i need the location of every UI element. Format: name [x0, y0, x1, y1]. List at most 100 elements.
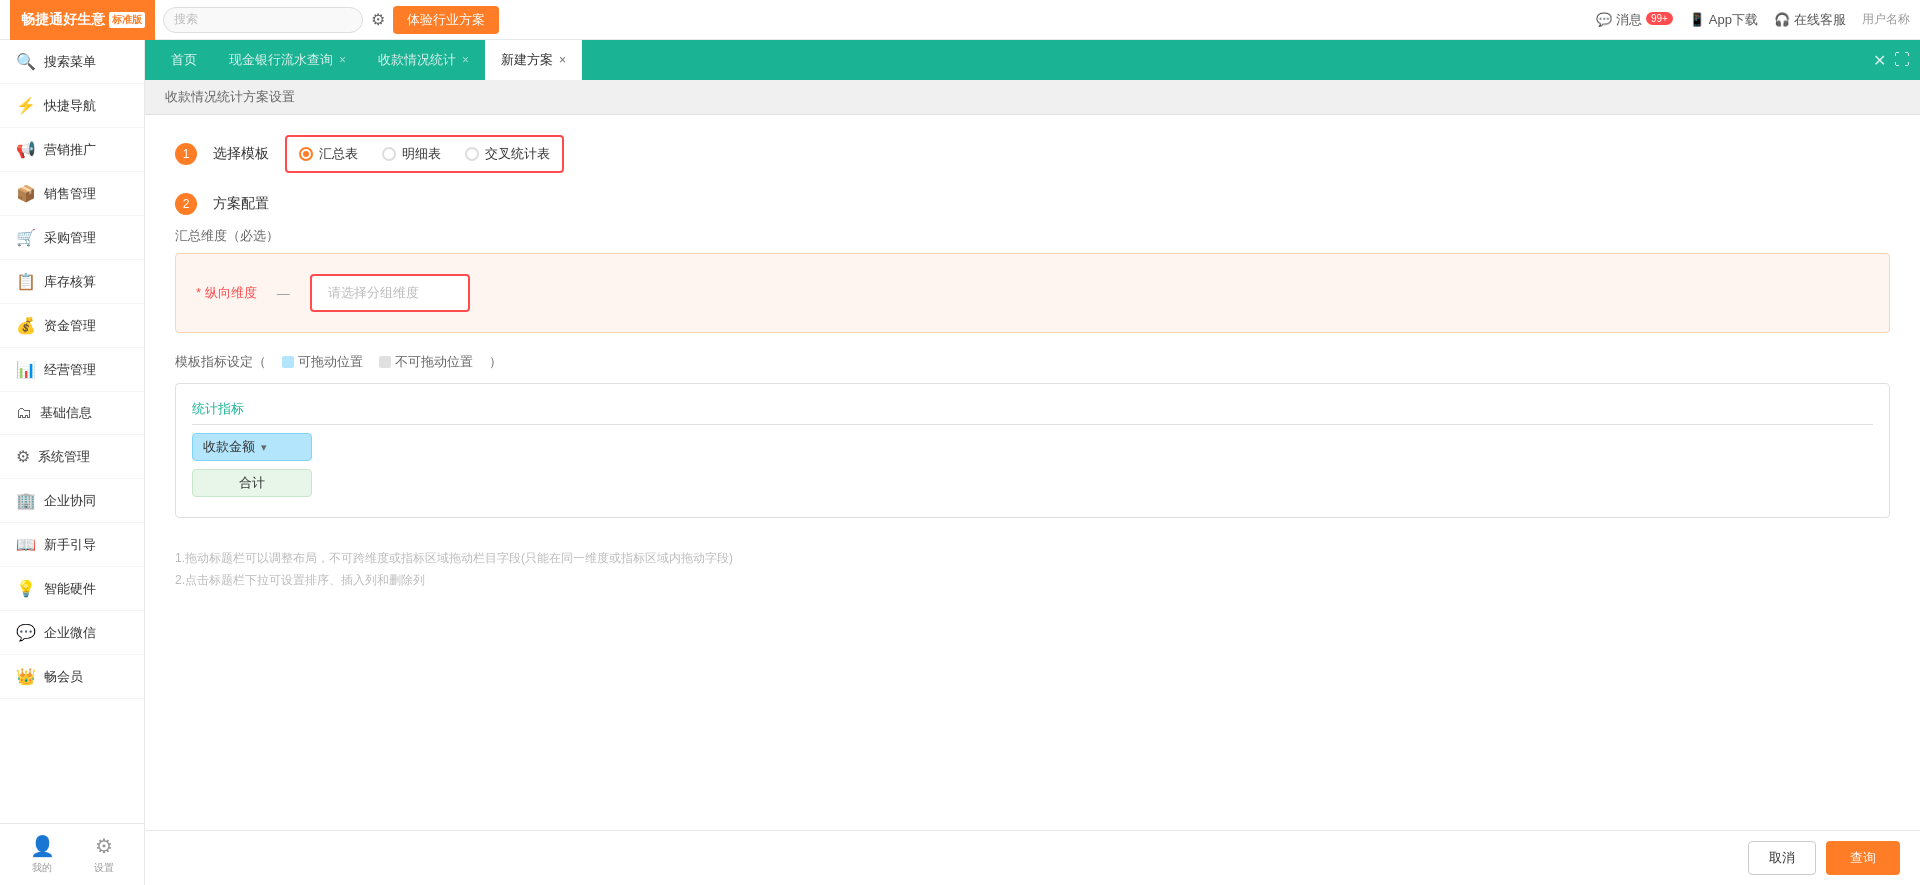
page-header: 收款情况统计方案设置	[145, 80, 1920, 115]
form-section: 1 选择模板 汇总表 明细表 交叉统计表	[145, 115, 1920, 830]
metric-subtag-total[interactable]: 合计	[192, 469, 312, 497]
sidebar-icon-7: 📊	[16, 360, 36, 379]
tab-close-1[interactable]: ×	[462, 53, 469, 67]
close-window-icon[interactable]: ✕	[1873, 51, 1886, 70]
page-content: 收款情况统计方案设置 1 选择模板 汇总表 明细表	[145, 80, 1920, 830]
sidebar-label-5: 库存核算	[44, 273, 96, 291]
sidebar-icon-8: 🗂	[16, 404, 32, 422]
tab-close-2[interactable]: ×	[559, 53, 566, 67]
sidebar-icon-0: 🔍	[16, 52, 36, 71]
sidebar-item-3[interactable]: 📦销售管理	[0, 172, 144, 216]
download-icon: 📱	[1689, 12, 1705, 27]
step2-section: 2 方案配置 汇总维度（必选） * 纵向维度 — 请选择分组维度	[175, 193, 1890, 591]
app-logo: 畅捷通好生意 标准版	[10, 0, 155, 40]
page-header-text: 收款情况统计方案设置	[165, 89, 295, 104]
metrics-column: 收款金额 ▾ 合计	[192, 433, 312, 501]
sidebar-label-10: 企业协同	[44, 492, 96, 510]
sidebar-item-4[interactable]: 🛒采购管理	[0, 216, 144, 260]
sidebar-item-11[interactable]: 📖新手引导	[0, 523, 144, 567]
tab-label-0: 现金银行流水查询	[229, 51, 333, 69]
download-btn[interactable]: 📱 App下载	[1689, 11, 1758, 29]
content-area: 首页 现金银行流水查询×收款情况统计×新建方案× ✕ ⛶ 收款情况统计方案设置 …	[145, 40, 1920, 885]
sidebar-icon-11: 📖	[16, 535, 36, 554]
tab-close-0[interactable]: ×	[339, 53, 346, 67]
sidebar-label-12: 智能硬件	[44, 580, 96, 598]
radio-cross[interactable]: 交叉统计表	[465, 145, 550, 163]
legend-draggable-text: 可拖动位置	[298, 353, 363, 371]
radio-cross-circle	[465, 147, 479, 161]
search-placeholder: 搜索	[174, 11, 198, 28]
legend-draggable: 可拖动位置	[282, 353, 363, 371]
sidebar-item-0[interactable]: 🔍 搜索菜单	[0, 40, 144, 84]
sidebar-item-2[interactable]: 📢营销推广	[0, 128, 144, 172]
tab-0[interactable]: 现金银行流水查询 ×	[213, 40, 362, 80]
tab-home[interactable]: 首页	[155, 51, 213, 69]
sidebar-icon-1: ⚡	[16, 96, 36, 115]
query-button[interactable]: 查询	[1826, 841, 1900, 875]
sidebar-icon-13: 💬	[16, 623, 36, 642]
sidebar-label-1: 快捷导航	[44, 97, 96, 115]
maximize-icon[interactable]: ⛶	[1894, 51, 1910, 69]
metrics-header-label: 模板指标设定（	[175, 353, 266, 371]
radio-summary[interactable]: 汇总表	[299, 145, 358, 163]
template-options: 汇总表 明细表 交叉统计表	[285, 135, 564, 173]
sidebar-item-12[interactable]: 💡智能硬件	[0, 567, 144, 611]
metrics-header-close: ）	[489, 353, 502, 371]
metrics-header: 模板指标设定（ 可拖动位置 不可拖动位置 ）	[175, 353, 1890, 371]
service-label: 在线客服	[1794, 11, 1846, 29]
tab-bar: 首页 现金银行流水查询×收款情况统计×新建方案× ✕ ⛶	[145, 40, 1920, 80]
metric-tag-revenue[interactable]: 收款金额 ▾	[192, 433, 312, 461]
sidebar-item-5[interactable]: 📋库存核算	[0, 260, 144, 304]
dimension-box: * 纵向维度 — 请选择分组维度	[175, 253, 1890, 333]
sidebar-item-9[interactable]: ⚙系统管理	[0, 435, 144, 479]
sidebar-bottom-avatar[interactable]: 👤 我的	[30, 834, 55, 875]
sidebar-item-1[interactable]: ⚡ 快捷导航	[0, 84, 144, 128]
tab-bar-right: ✕ ⛶	[1873, 51, 1910, 70]
radio-detail[interactable]: 明细表	[382, 145, 441, 163]
sidebar-label-4: 采购管理	[44, 229, 96, 247]
sidebar-bottom-settings[interactable]: ⚙ 设置	[94, 834, 114, 875]
step2-label: 方案配置	[213, 195, 269, 213]
sidebar-item-7[interactable]: 📊 经营管理	[0, 348, 144, 392]
messages-label: 消息	[1616, 11, 1642, 29]
dimension-input[interactable]: 请选择分组维度	[310, 274, 470, 312]
service-icon: 🎧	[1774, 12, 1790, 27]
sidebar-item-8[interactable]: 🗂 基础信息	[0, 392, 144, 435]
sidebar-icon-2: 📢	[16, 140, 36, 159]
sidebar-label-9: 系统管理	[38, 448, 90, 466]
sidebar-label-8: 基础信息	[40, 404, 92, 422]
sidebar-label-14: 畅会员	[44, 668, 83, 686]
service-btn[interactable]: 🎧 在线客服	[1774, 11, 1846, 29]
dimension-section-label: 汇总维度（必选）	[175, 227, 1890, 245]
sidebar-label-0: 搜索菜单	[44, 53, 96, 71]
app-edition: 标准版	[109, 12, 145, 28]
industry-btn[interactable]: 体验行业方案	[393, 6, 499, 34]
user-info[interactable]: 用户名称	[1862, 11, 1910, 28]
radio-summary-circle	[299, 147, 313, 161]
sidebar-label-7: 经营管理	[44, 361, 96, 379]
step1-label: 选择模板	[213, 145, 269, 163]
step1-badge: 1	[175, 143, 197, 165]
radio-summary-label: 汇总表	[319, 145, 358, 163]
main-layout: 🔍 搜索菜单 ⚡ 快捷导航 📢营销推广📦销售管理🛒采购管理📋库存核算💰资金管理 📊 经营管理…	[0, 40, 1920, 885]
message-icon: 💬	[1596, 12, 1612, 27]
tab-1[interactable]: 收款情况统计×	[362, 40, 485, 80]
tab-2[interactable]: 新建方案 ×	[485, 40, 582, 80]
sidebar-item-14[interactable]: 👑畅会员	[0, 655, 144, 699]
cancel-button[interactable]: 取消	[1748, 841, 1816, 875]
sidebar: 🔍 搜索菜单 ⚡ 快捷导航 📢营销推广📦销售管理🛒采购管理📋库存核算💰资金管理 📊 经营管理…	[0, 40, 145, 885]
top-bar: 畅捷通好生意 标准版 搜索 ⚙ 体验行业方案 💬 消息 99+ 📱 App下载 …	[0, 0, 1920, 40]
metrics-table: 统计指标 收款金额 ▾ 合计	[175, 383, 1890, 518]
search-bar[interactable]: 搜索	[163, 7, 363, 33]
tab-label-2: 新建方案	[501, 51, 553, 69]
step1-row: 1 选择模板 汇总表 明细表 交叉统计表	[175, 135, 1890, 173]
sidebar-item-6[interactable]: 💰资金管理	[0, 304, 144, 348]
radio-detail-circle	[382, 147, 396, 161]
metric-subtag-label: 合计	[239, 474, 265, 492]
messages-btn[interactable]: 💬 消息 99+	[1596, 11, 1673, 29]
sidebar-item-10[interactable]: 🏢企业协同	[0, 479, 144, 523]
sidebar-item-13[interactable]: 💬企业微信	[0, 611, 144, 655]
gear-button[interactable]: ⚙	[371, 10, 385, 29]
sidebar-label-6: 资金管理	[44, 317, 96, 335]
step2-badge: 2	[175, 193, 197, 215]
